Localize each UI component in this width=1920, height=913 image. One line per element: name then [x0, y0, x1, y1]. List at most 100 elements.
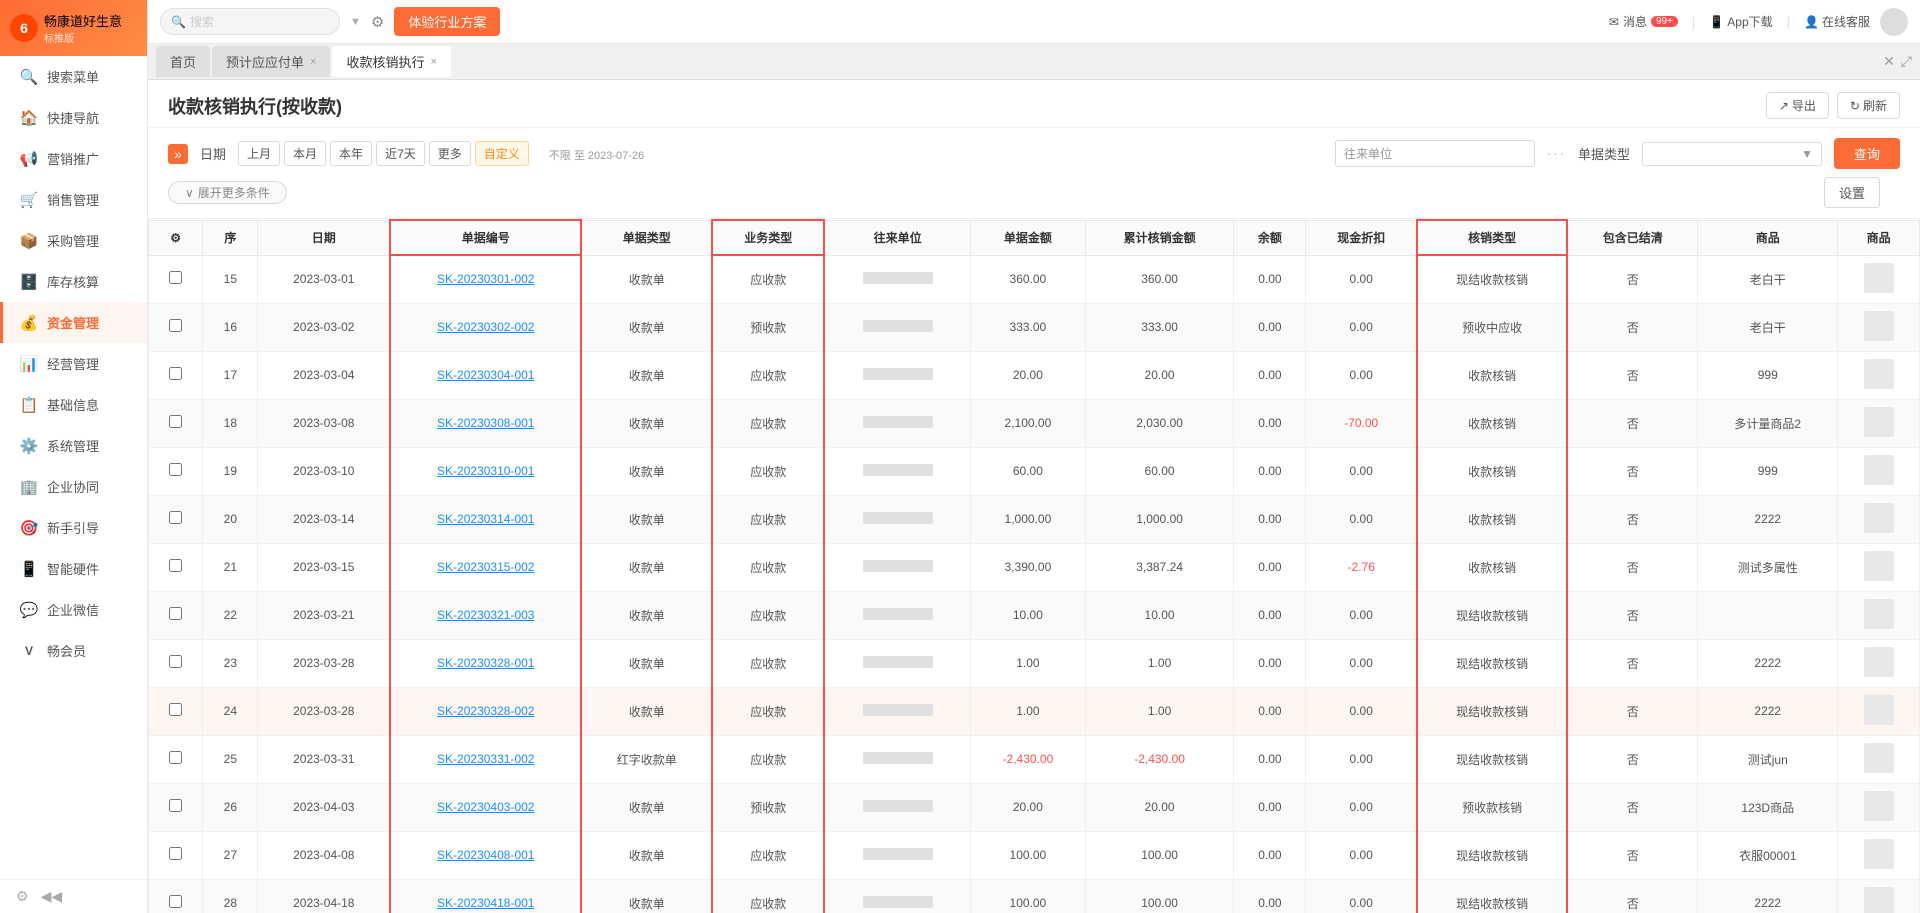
date-btn-more[interactable]: 更多	[429, 141, 471, 166]
tab-collect[interactable]: 收款核销执行 ×	[332, 46, 450, 77]
sidebar-item-system[interactable]: ⚙️ 系统管理	[0, 425, 147, 466]
tab-payable[interactable]: 预计应应付单 ×	[212, 46, 330, 77]
sidebar-item-guide[interactable]: 🎯 新手引导	[0, 507, 147, 548]
col-canceltype-header[interactable]: 核销类型	[1417, 220, 1567, 255]
date-btn-this-year[interactable]: 本年	[330, 141, 372, 166]
table-row[interactable]: 22 2023-03-21 SK-20230321-003 收款单 应收款 10…	[149, 591, 1920, 639]
maximize-icon[interactable]: ⤢	[1901, 53, 1912, 70]
col-goods-header[interactable]: 商品	[1698, 220, 1838, 255]
cell-gear[interactable]	[149, 495, 203, 543]
partner-input[interactable]: 往来单位	[1335, 140, 1535, 167]
refresh-button[interactable]: ↻ 刷新	[1837, 92, 1900, 119]
col-partner-header[interactable]: 往来单位	[824, 220, 970, 255]
col-balance-header[interactable]: 余额	[1234, 220, 1306, 255]
table-row[interactable]: 18 2023-03-08 SK-20230308-001 收款单 应收款 2,…	[149, 399, 1920, 447]
docno-link[interactable]: SK-20230314-001	[437, 512, 534, 526]
cell-gear[interactable]	[149, 351, 203, 399]
tab-close-icon[interactable]: ×	[310, 56, 316, 68]
sidebar-item-inventory[interactable]: 🗄️ 库存核算	[0, 261, 147, 302]
sidebar-item-sales[interactable]: 🛒 销售管理	[0, 179, 147, 220]
cell-gear[interactable]	[149, 735, 203, 783]
export-button[interactable]: ↗ 导出	[1766, 92, 1829, 119]
cell-docno[interactable]: SK-20230310-001	[390, 447, 581, 495]
docno-link[interactable]: SK-20230403-002	[437, 800, 534, 814]
settings-icon[interactable]: ⚙	[16, 888, 29, 905]
table-row[interactable]: 27 2023-04-08 SK-20230408-001 收款单 应收款 10…	[149, 831, 1920, 879]
cell-docno[interactable]: SK-20230418-001	[390, 879, 581, 913]
cell-docno[interactable]: SK-20230301-002	[390, 255, 581, 303]
table-row[interactable]: 25 2023-03-31 SK-20230331-002 红字收款单 应收款 …	[149, 735, 1920, 783]
col-date-header[interactable]: 日期	[258, 220, 391, 255]
docno-link[interactable]: SK-20230418-001	[437, 896, 534, 910]
col-biztype-header[interactable]: 业务类型	[712, 220, 824, 255]
docno-link[interactable]: SK-20230328-002	[437, 704, 534, 718]
docno-link[interactable]: SK-20230321-003	[437, 608, 534, 622]
table-row[interactable]: 19 2023-03-10 SK-20230310-001 收款单 应收款 60…	[149, 447, 1920, 495]
col-amount-header[interactable]: 单据金额	[971, 220, 1086, 255]
table-row[interactable]: 24 2023-03-28 SK-20230328-002 收款单 应收款 1.…	[149, 687, 1920, 735]
col-discount-header[interactable]: 现金折扣	[1306, 220, 1417, 255]
docno-link[interactable]: SK-20230302-002	[437, 320, 534, 334]
cell-gear[interactable]	[149, 303, 203, 351]
table-row[interactable]: 15 2023-03-01 SK-20230301-002 收款单 应收款 36…	[149, 255, 1920, 303]
sidebar-item-quicknav[interactable]: 🏠 快捷导航	[0, 97, 147, 138]
cell-gear[interactable]	[149, 591, 203, 639]
cell-docno[interactable]: SK-20230314-001	[390, 495, 581, 543]
cell-docno[interactable]: SK-20230331-002	[390, 735, 581, 783]
cell-gear[interactable]	[149, 447, 203, 495]
cell-gear[interactable]	[149, 639, 203, 687]
sidebar-item-operation[interactable]: 📊 经营管理	[0, 343, 147, 384]
table-row[interactable]: 26 2023-04-03 SK-20230403-002 收款单 预收款 20…	[149, 783, 1920, 831]
date-btn-this-month[interactable]: 本月	[284, 141, 326, 166]
table-row[interactable]: 20 2023-03-14 SK-20230314-001 收款单 应收款 1,…	[149, 495, 1920, 543]
filter-toggle-button[interactable]: »	[168, 144, 188, 164]
doctype-select[interactable]: ▼	[1642, 142, 1822, 166]
close-window-icon[interactable]: ✕	[1883, 53, 1895, 70]
solution-button[interactable]: 体验行业方案	[394, 7, 500, 36]
docno-link[interactable]: SK-20230310-001	[437, 464, 534, 478]
settings-gear-icon[interactable]: ⚙	[371, 13, 384, 31]
cell-docno[interactable]: SK-20230408-001	[390, 831, 581, 879]
settings-button[interactable]: 设置	[1824, 177, 1880, 208]
cell-docno[interactable]: SK-20230308-001	[390, 399, 581, 447]
docno-link[interactable]: SK-20230304-001	[437, 368, 534, 382]
sidebar-item-wechat[interactable]: 💬 企业微信	[0, 589, 147, 630]
table-row[interactable]: 23 2023-03-28 SK-20230328-001 收款单 应收款 1.…	[149, 639, 1920, 687]
cell-docno[interactable]: SK-20230315-002	[390, 543, 581, 591]
table-row[interactable]: 28 2023-04-18 SK-20230418-001 收款单 应收款 10…	[149, 879, 1920, 913]
col-gear-header[interactable]: ⚙	[149, 220, 203, 255]
cell-gear[interactable]	[149, 783, 203, 831]
cell-gear[interactable]	[149, 255, 203, 303]
cell-docno[interactable]: SK-20230302-002	[390, 303, 581, 351]
col-goods2-header[interactable]: 商品	[1838, 220, 1920, 255]
col-doctype-header[interactable]: 单据类型	[581, 220, 712, 255]
cell-gear[interactable]	[149, 879, 203, 913]
docno-link[interactable]: SK-20230408-001	[437, 848, 534, 862]
cell-gear[interactable]	[149, 543, 203, 591]
tab-close-icon2[interactable]: ×	[430, 56, 436, 68]
query-button[interactable]: 查询	[1834, 138, 1900, 169]
sidebar-item-member[interactable]: V 畅会员	[0, 630, 147, 671]
sidebar-item-marketing[interactable]: 📢 营销推广	[0, 138, 147, 179]
cell-docno[interactable]: SK-20230328-001	[390, 639, 581, 687]
cell-gear[interactable]	[149, 399, 203, 447]
cell-docno[interactable]: SK-20230328-002	[390, 687, 581, 735]
date-btn-7days[interactable]: 近7天	[376, 141, 425, 166]
cell-docno[interactable]: SK-20230403-002	[390, 783, 581, 831]
sidebar-item-corp[interactable]: 🏢 企业协同	[0, 466, 147, 507]
sidebar-item-finance[interactable]: 💰 资金管理	[0, 302, 147, 343]
tab-home[interactable]: 首页	[156, 46, 210, 77]
dropdown-arrow-icon[interactable]: ▼	[350, 16, 361, 28]
topbar-search[interactable]: 🔍 搜索	[160, 8, 340, 35]
table-row[interactable]: 21 2023-03-15 SK-20230315-002 收款单 应收款 3,…	[149, 543, 1920, 591]
cell-gear[interactable]	[149, 831, 203, 879]
cell-gear[interactable]	[149, 687, 203, 735]
table-row[interactable]: 16 2023-03-02 SK-20230302-002 收款单 预收款 33…	[149, 303, 1920, 351]
service-button[interactable]: 👤 在线客服	[1804, 13, 1870, 30]
cell-docno[interactable]: SK-20230321-003	[390, 591, 581, 639]
docno-link[interactable]: SK-20230301-002	[437, 272, 534, 286]
date-btn-last-month[interactable]: 上月	[238, 141, 280, 166]
message-button[interactable]: ✉ 消息 99+	[1609, 13, 1678, 30]
col-inclosed-header[interactable]: 包含已结清	[1567, 220, 1697, 255]
col-cumcancel-header[interactable]: 累计核销金额	[1085, 220, 1234, 255]
